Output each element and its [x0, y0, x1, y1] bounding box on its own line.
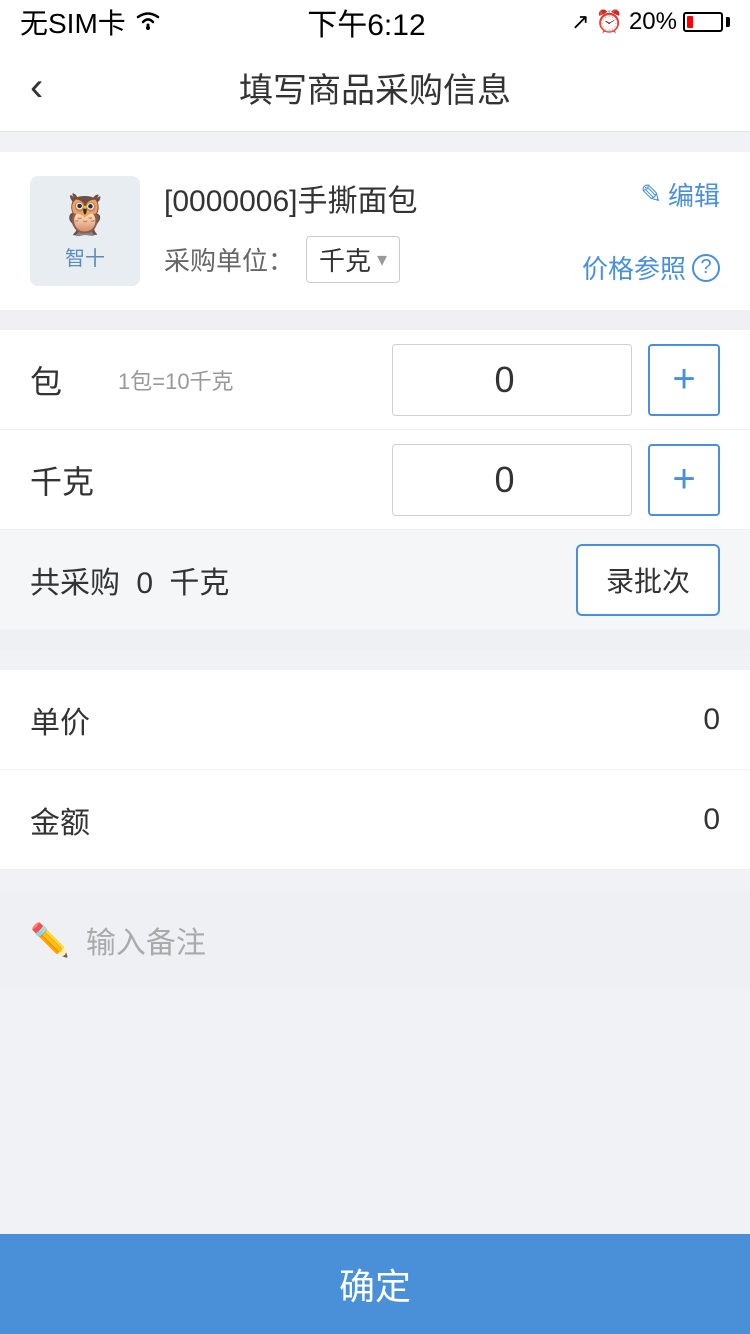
status-bar: 无SIM卡 下午6:12 ↗ ⏰ 20% [0, 0, 750, 44]
bag-label: 包 [30, 357, 110, 403]
kg-label: 千克 [30, 457, 110, 503]
nav-bar: ‹ 填写商品采购信息 [0, 44, 750, 132]
kg-increment-button[interactable]: + [648, 444, 720, 516]
record-batch-button[interactable]: 录批次 [576, 544, 720, 616]
amount-row: 金额 0 [0, 770, 750, 870]
bag-input-wrapper: + [234, 344, 720, 416]
unit-price-label: 单价 [30, 698, 90, 742]
edit-icon: ✎ [640, 179, 662, 210]
product-owl-icon: 🦉 [60, 191, 110, 238]
amount-label: 金额 [30, 798, 90, 842]
price-reference-button[interactable]: 价格参照 ? [582, 249, 720, 286]
kg-input-wrapper: + [110, 444, 720, 516]
status-time: 下午6:12 [307, 0, 425, 44]
bag-sub-label: 1包=10千克 [118, 364, 234, 396]
total-label: 共采购 0 千克 [30, 558, 229, 602]
total-row: 共采购 0 千克 录批次 [0, 530, 750, 630]
info-icon: ? [692, 254, 720, 282]
unit-price-row: 单价 0 [0, 670, 750, 770]
amount-value: 0 [703, 803, 720, 837]
unit-label: 采购单位： [164, 241, 294, 278]
status-right: ↗ ⏰ 20% [571, 8, 730, 36]
remark-placeholder: 输入备注 [86, 918, 206, 962]
bag-quantity-input[interactable] [392, 344, 632, 416]
wifi-icon [134, 6, 162, 38]
divider-2 [0, 630, 750, 650]
page-title: 填写商品采购信息 [239, 63, 511, 112]
price-ref-label: 价格参照 [582, 249, 686, 286]
bag-increment-button[interactable]: + [648, 344, 720, 416]
status-carrier: 无SIM卡 [20, 2, 162, 42]
product-name: [0000006]手撕面包 [164, 176, 720, 220]
bag-input-row: 包 1包=10千克 + [0, 330, 750, 430]
confirm-label: 确定 [339, 1258, 411, 1310]
remark-section[interactable]: ✏️ 输入备注 [0, 890, 750, 990]
kg-quantity-input[interactable] [392, 444, 632, 516]
kg-input-row: 千克 + [0, 430, 750, 530]
battery-icon [683, 12, 730, 32]
battery-percent: 20% [629, 8, 677, 36]
pencil-icon: ✏️ [30, 921, 70, 959]
location-icon: ↗ [571, 9, 589, 35]
product-card: 🦉 智十 [0000006]手撕面包 采购单位： 千克 ▾ ✎ 编辑 价格参照 … [0, 152, 750, 310]
confirm-button[interactable]: 确定 [0, 1234, 750, 1334]
product-thumb-label: 智十 [65, 242, 105, 271]
alarm-icon: ⏰ [596, 9, 623, 35]
edit-button[interactable]: ✎ 编辑 [640, 176, 720, 213]
unit-price-value: 0 [703, 703, 720, 737]
total-value: 0 [136, 567, 153, 600]
carrier-text: 无SIM卡 [20, 2, 126, 42]
spacer [0, 990, 750, 1270]
unit-value: 千克 [319, 241, 371, 278]
divider-1 [0, 310, 750, 330]
edit-label: 编辑 [668, 176, 720, 213]
price-amount-section: 单价 0 金额 0 [0, 670, 750, 870]
unit-select[interactable]: 千克 ▾ [306, 236, 400, 283]
chevron-down-icon: ▾ [377, 247, 387, 272]
input-section: 包 1包=10千克 + 千克 + 共采购 0 千克 录批次 [0, 330, 750, 630]
back-button[interactable]: ‹ [30, 65, 43, 110]
product-thumbnail: 🦉 智十 [30, 176, 140, 286]
